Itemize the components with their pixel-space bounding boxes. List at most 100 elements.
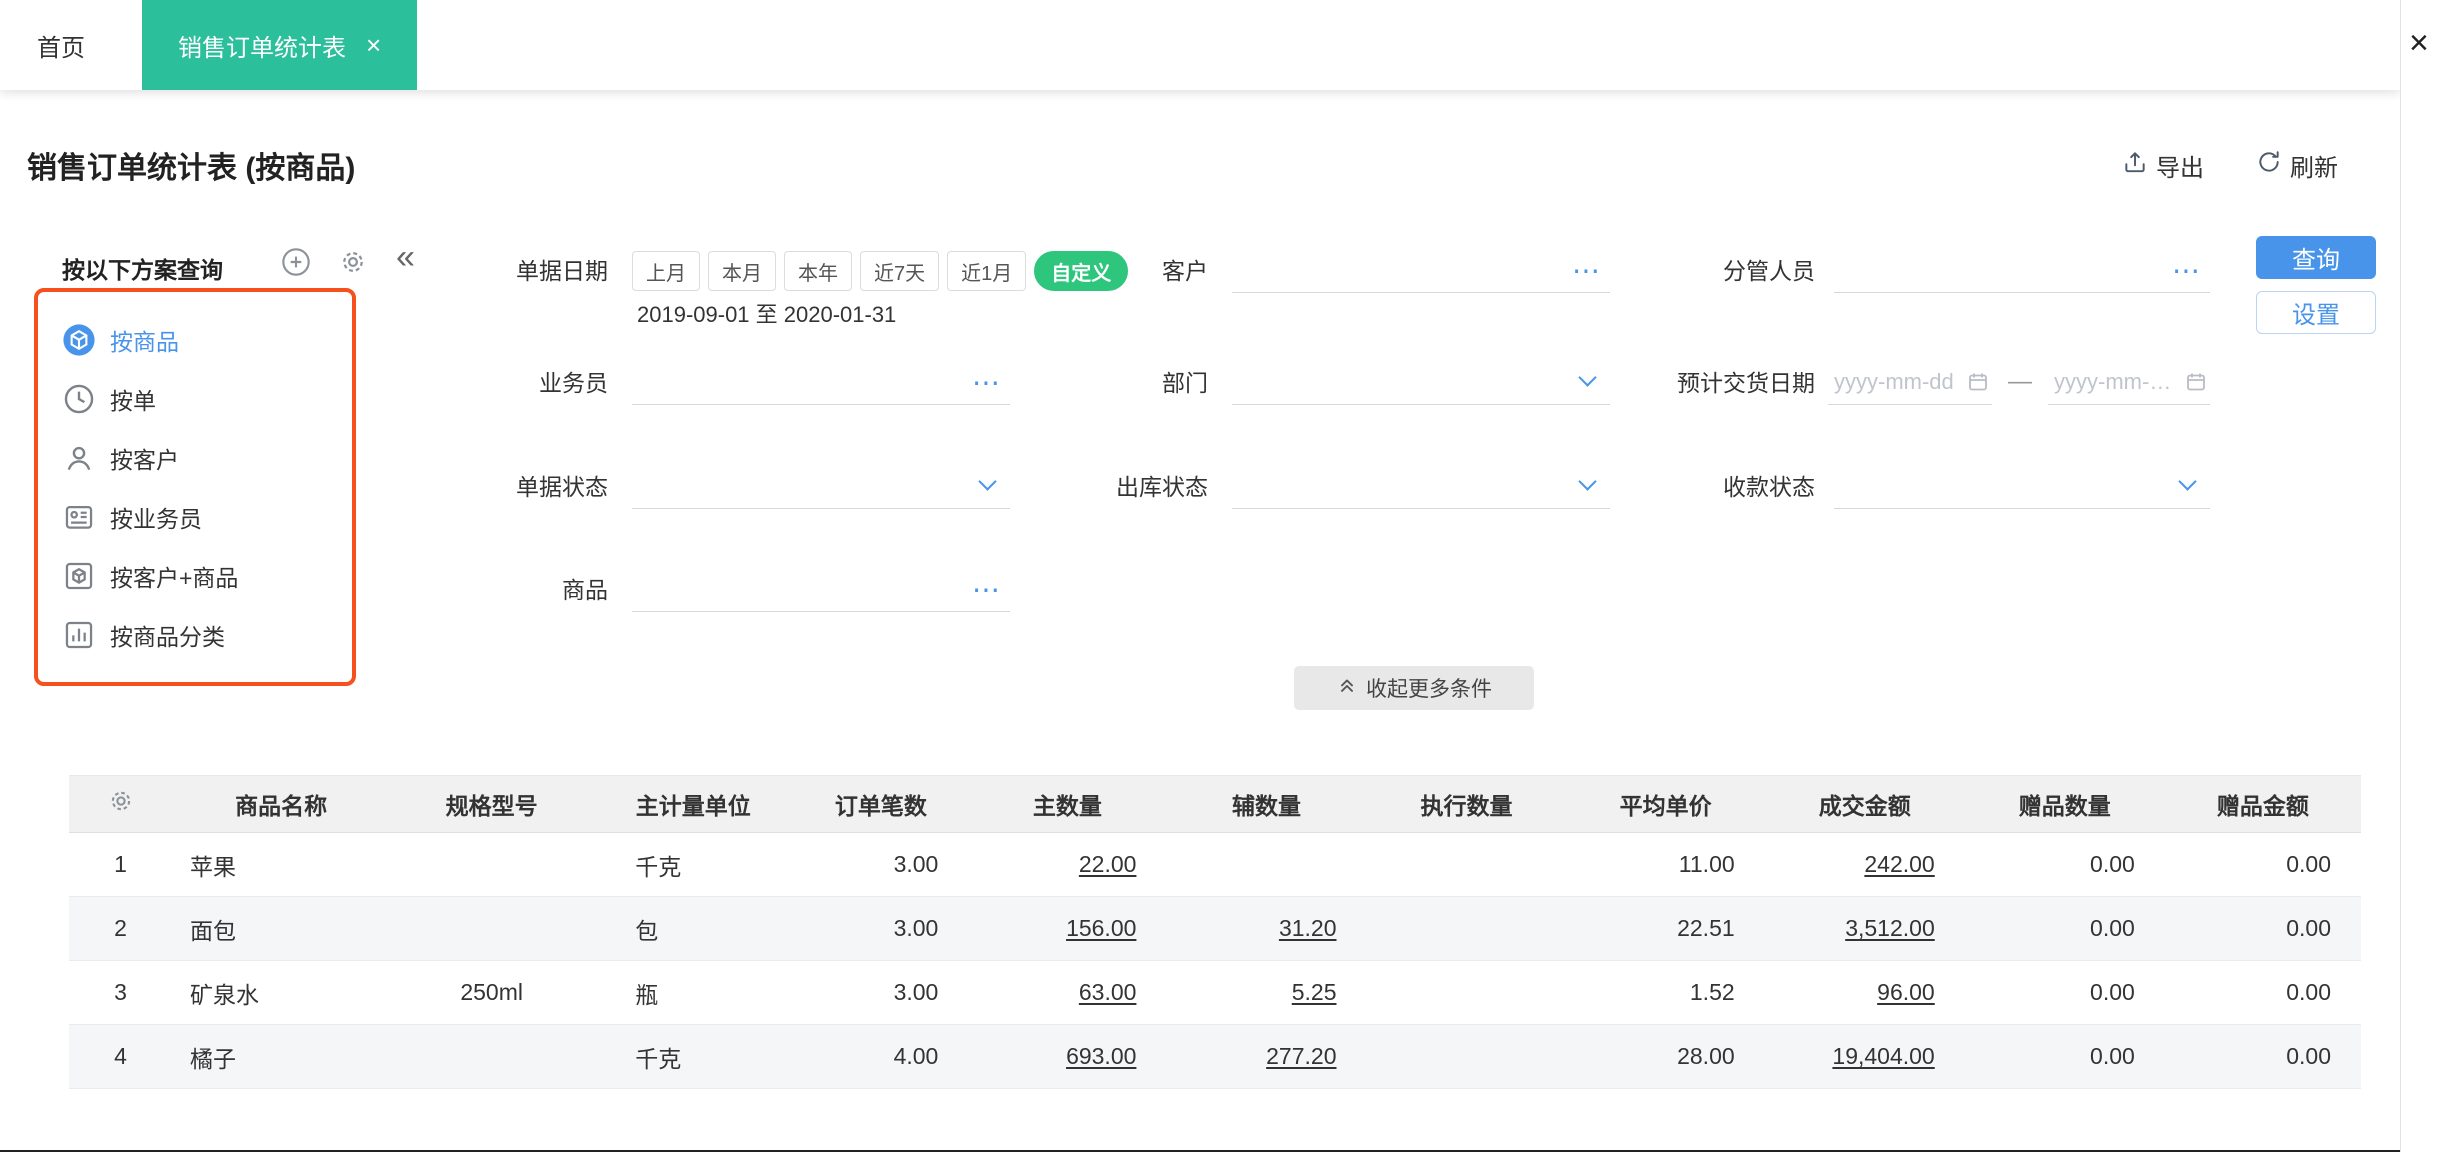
sidebar-item-按单[interactable]: 按单 [62,369,332,428]
column-header: 赠品数量 [1964,775,2165,833]
quick-date-option-1[interactable]: 上月 [632,251,700,291]
cell-main_qty[interactable]: 693.00 [968,1024,1167,1089]
salesman-icon [62,500,96,534]
settings-button[interactable]: 设置 [2256,291,2376,334]
cell-amount[interactable]: 19,404.00 [1764,1024,1965,1089]
export-button[interactable]: 导出 [2122,148,2204,183]
query-button[interactable]: 查询 [2256,236,2376,279]
outbound-status-select[interactable] [1232,465,1610,509]
delivery-date-to-input[interactable] [2048,361,2178,403]
scheme-settings-button[interactable] [338,247,368,277]
cell-amount[interactable]: 242.00 [1764,832,1965,897]
scheme-list: 按商品按单按客户按业务员 按客户+商品按商品分类 [62,310,332,664]
sidebar-item-label: 按商品分类 [110,623,225,650]
cell-aux_qty[interactable]: 277.20 [1166,1024,1367,1089]
sidebar-item-label: 按客户 [110,446,179,473]
customer-picker-icon[interactable]: ⋯ [1572,251,1600,291]
tab-label: 销售订单统计表 [178,34,346,62]
sidebar-item-label: 按单 [110,387,156,414]
manager-picker-icon[interactable]: ⋯ [2172,251,2200,291]
cell-main_qty[interactable]: 156.00 [968,896,1167,961]
product-input[interactable] [632,568,966,610]
drill-down-link[interactable]: 242.00 [1864,851,1934,877]
sidebar-item-按业务员[interactable]: 按业务员 [62,487,332,546]
column-header: 平均单价 [1566,775,1765,833]
drill-down-link[interactable]: 3,512.00 [1845,915,1935,941]
quick-date-option-4[interactable]: 近7天 [860,251,940,291]
manager-input[interactable] [1834,249,2166,291]
customer-product-icon [62,559,96,593]
sidebar-item-按商品[interactable]: 按商品 [62,310,332,369]
cell-amount[interactable]: 3,512.00 [1764,896,1965,961]
sidebar-item-按客户[interactable]: 按客户 [62,428,332,487]
tab-close-icon[interactable]: × [366,32,381,58]
delivery-date-from-input[interactable] [1828,361,1960,403]
sidebar-collapse-button[interactable]: « [396,240,415,274]
cell-unit: 千克 [593,832,794,897]
add-scheme-button[interactable] [280,246,312,278]
plus-circle-icon [280,248,312,282]
salesman-input[interactable] [632,361,966,403]
customer-field[interactable]: ⋯ [1232,249,1610,293]
outbound-status-label: 出库状态 [1116,474,1208,500]
drill-down-link[interactable]: 22.00 [1079,851,1137,877]
tab-sales-order-report[interactable]: 销售订单统计表 × [142,0,418,90]
salesman-field[interactable]: ⋯ [632,361,1010,405]
chevron-down-icon[interactable] [978,472,997,491]
product-label: 商品 [562,577,608,603]
doc-status-select[interactable] [632,465,1010,509]
cell-unit: 包 [593,896,794,961]
drill-down-link[interactable]: 31.20 [1279,915,1337,941]
cell-order_count: 3.00 [793,832,969,897]
cell-main_qty[interactable]: 22.00 [968,832,1167,897]
gear-icon [338,252,368,281]
cell-exec_qty [1366,896,1567,961]
refresh-button[interactable]: 刷新 [2256,148,2338,183]
drill-down-link[interactable]: 63.00 [1079,979,1137,1005]
drill-down-link[interactable]: 156.00 [1066,915,1136,941]
drill-down-link[interactable]: 19,404.00 [1832,1043,1934,1069]
category-icon [62,618,96,652]
cell-aux_qty [1166,832,1367,897]
cell-aux_qty[interactable]: 5.25 [1166,960,1367,1025]
sidebar-item-按商品分类[interactable]: 按商品分类 [62,605,332,664]
column-settings-button[interactable] [69,775,173,833]
delivery-date-to-field[interactable] [2048,361,2210,405]
salesman-picker-icon[interactable]: ⋯ [972,363,1000,403]
chevron-down-icon[interactable] [2178,472,2197,491]
sidebar-item-按客户+商品[interactable]: 按客户+商品 [62,546,332,605]
tab-home[interactable]: 首页 [0,0,122,90]
outbound-status-input[interactable] [1232,465,1566,507]
product-field[interactable]: ⋯ [632,568,1010,612]
customer-input[interactable] [1232,249,1566,291]
doc-status-input[interactable] [632,465,966,507]
cell-main_qty[interactable]: 63.00 [968,960,1167,1025]
calendar-icon[interactable] [2184,370,2208,399]
cell-gift_amount: 0.00 [2164,896,2361,961]
collapse-more-conditions-button[interactable]: 收起更多条件 [1294,666,1534,710]
drill-down-link[interactable]: 96.00 [1877,979,1935,1005]
cell-aux_qty[interactable]: 31.20 [1166,896,1367,961]
quick-date-option-2[interactable]: 本月 [708,251,776,291]
drill-down-link[interactable]: 693.00 [1066,1043,1136,1069]
delivery-date-from-field[interactable] [1828,361,1992,405]
payment-status-select[interactable] [1834,465,2210,509]
panel-close-icon[interactable]: × [2409,26,2429,60]
cell-amount[interactable]: 96.00 [1764,960,1965,1025]
drill-down-link[interactable]: 277.20 [1266,1043,1336,1069]
calendar-icon[interactable] [1966,370,1990,399]
chevron-down-icon[interactable] [1578,472,1597,491]
drill-down-link[interactable]: 5.25 [1292,979,1337,1005]
chevron-down-icon[interactable] [1578,368,1597,387]
manager-label: 分管人员 [1723,258,1815,284]
department-select[interactable] [1232,361,1610,405]
department-input[interactable] [1232,361,1566,403]
date-range-text: 2019-09-01 至 2020-01-31 [637,302,897,327]
column-header: 主计量单位 [593,775,794,833]
quick-date-option-5[interactable]: 近1月 [947,251,1027,291]
payment-status-input[interactable] [1834,465,2166,507]
manager-field[interactable]: ⋯ [1834,249,2210,293]
cell-spec [390,832,594,897]
quick-date-option-3[interactable]: 本年 [784,251,852,291]
product-picker-icon[interactable]: ⋯ [972,570,1000,610]
